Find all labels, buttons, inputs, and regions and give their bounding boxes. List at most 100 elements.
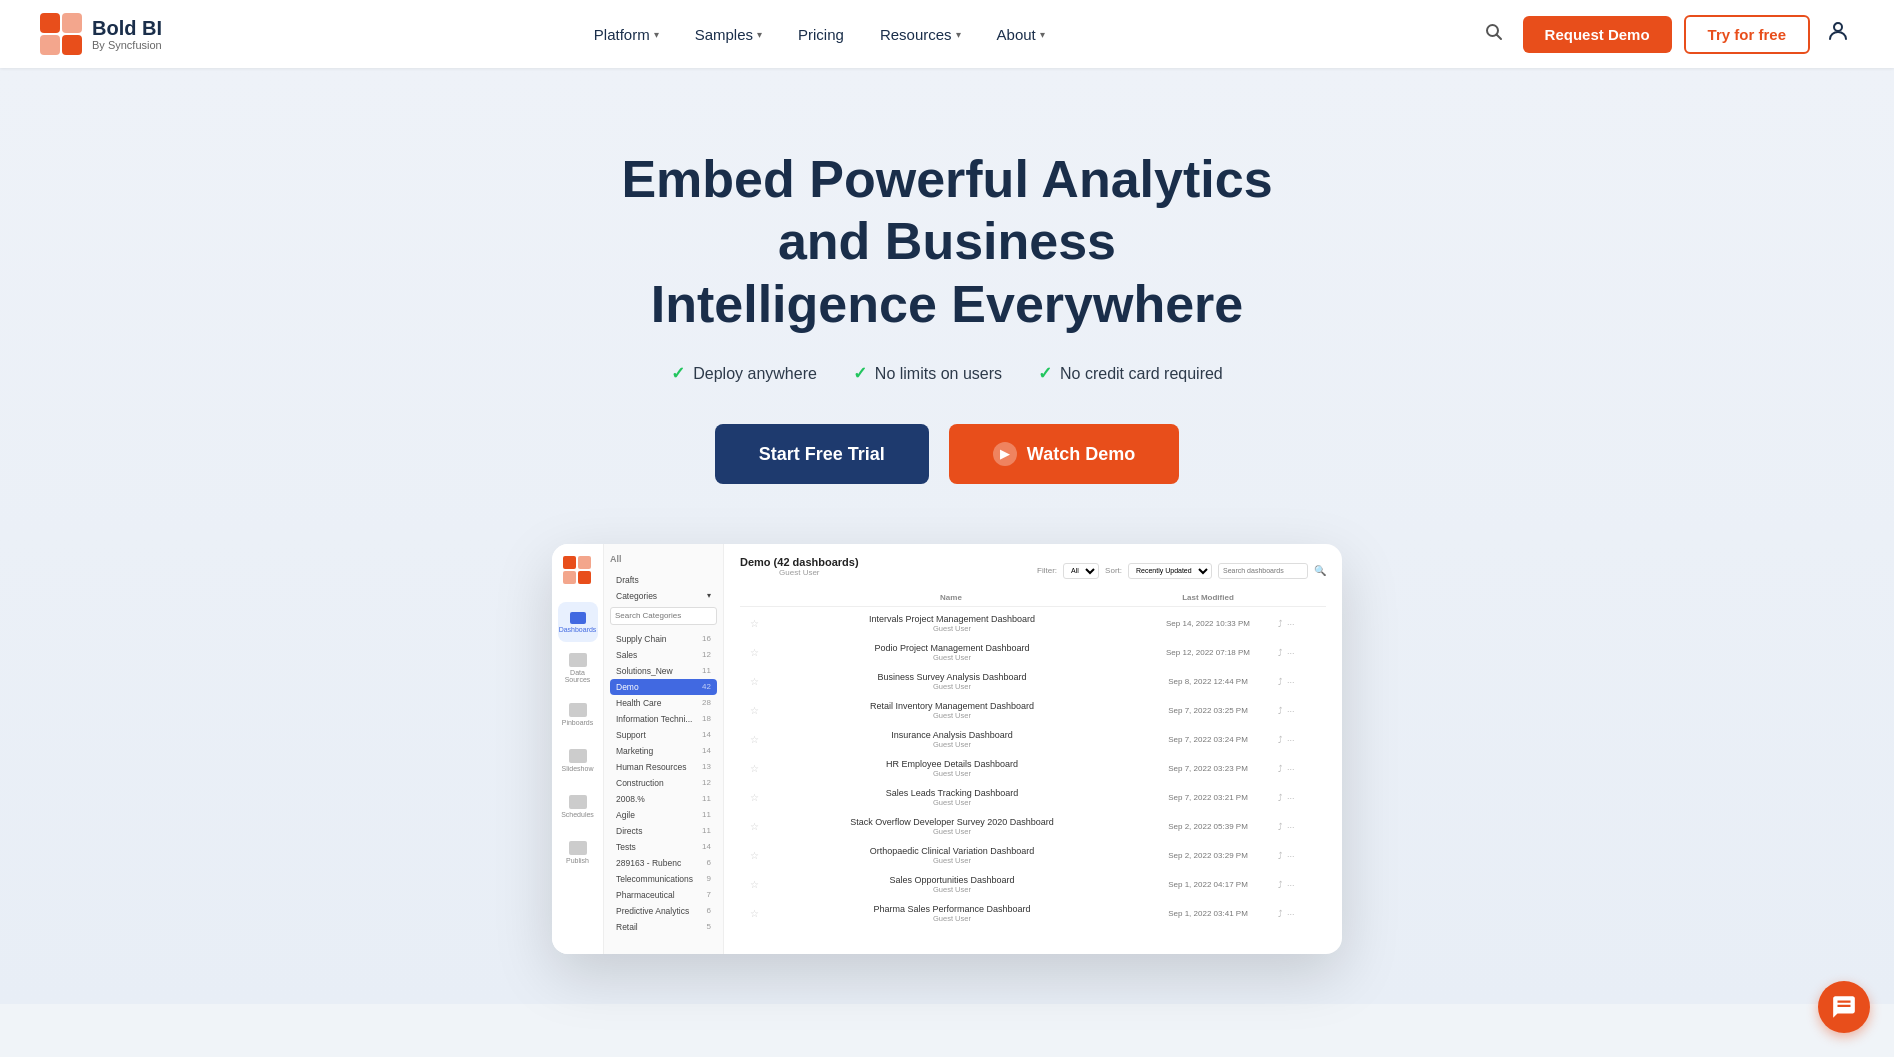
star-icon[interactable]: ☆ bbox=[748, 792, 760, 803]
share-icon[interactable]: ⤴ bbox=[1278, 851, 1283, 861]
nav-item-about[interactable]: About ▾ bbox=[981, 18, 1061, 51]
navigation: Bold BI By Syncfusion Platform ▾ Samples… bbox=[0, 0, 1894, 68]
cat-item-supply-chain[interactable]: Supply Chain16 bbox=[610, 631, 717, 647]
table-row[interactable]: ☆ Sales Leads Tracking Dashboard Guest U… bbox=[740, 783, 1326, 812]
cat-item-support[interactable]: Support14 bbox=[610, 727, 717, 743]
more-icon[interactable]: ··· bbox=[1287, 880, 1295, 890]
request-demo-button[interactable]: Request Demo bbox=[1523, 16, 1672, 53]
svg-rect-3 bbox=[62, 35, 82, 55]
try-free-button[interactable]: Try for free bbox=[1684, 15, 1810, 54]
dashboard-search-input[interactable] bbox=[1218, 563, 1308, 579]
cat-item-agile[interactable]: Agile11 bbox=[610, 807, 717, 823]
table-row[interactable]: ☆ HR Employee Details Dashboard Guest Us… bbox=[740, 754, 1326, 783]
cat-item-categories[interactable]: Categories▾ bbox=[610, 588, 717, 604]
dashboard-user: Guest User bbox=[740, 568, 859, 577]
hero-section: Embed Powerful Analytics and Business In… bbox=[0, 68, 1894, 1004]
svg-rect-7 bbox=[563, 556, 576, 569]
cat-item-human-resources[interactable]: Human Resources13 bbox=[610, 759, 717, 775]
sidebar-item-publish[interactable]: Publish bbox=[558, 832, 598, 872]
nav-item-samples[interactable]: Samples ▾ bbox=[679, 18, 778, 51]
table-row[interactable]: ☆ Stack Overflow Developer Survey 2020 D… bbox=[740, 812, 1326, 841]
more-icon[interactable]: ··· bbox=[1287, 619, 1295, 629]
category-search-input[interactable] bbox=[610, 607, 717, 625]
sidebar-item-dashboards[interactable]: Dashboards bbox=[558, 602, 598, 642]
share-icon[interactable]: ⤴ bbox=[1278, 793, 1283, 803]
cat-item-2008[interactable]: 2008.%11 bbox=[610, 791, 717, 807]
star-icon[interactable]: ☆ bbox=[748, 821, 760, 832]
slideshow-icon bbox=[569, 749, 587, 763]
star-icon[interactable]: ☆ bbox=[748, 618, 760, 629]
svg-rect-1 bbox=[62, 13, 82, 33]
star-icon[interactable]: ☆ bbox=[748, 850, 760, 861]
sidebar-item-pinboards[interactable]: Pinboards bbox=[558, 694, 598, 734]
more-icon[interactable]: ··· bbox=[1287, 793, 1295, 803]
search-button[interactable] bbox=[1477, 15, 1511, 54]
more-icon[interactable]: ··· bbox=[1287, 822, 1295, 832]
sort-select[interactable]: Recently Updated bbox=[1128, 563, 1212, 579]
checkmark-icon: ✓ bbox=[671, 363, 685, 384]
cat-item-predictive[interactable]: Predictive Analytics6 bbox=[610, 903, 717, 919]
cat-item-sales[interactable]: Sales12 bbox=[610, 647, 717, 663]
star-icon[interactable]: ☆ bbox=[748, 908, 760, 919]
user-account-button[interactable] bbox=[1822, 15, 1854, 53]
cat-item-pharma[interactable]: Pharmaceutical7 bbox=[610, 887, 717, 903]
chat-widget-button[interactable] bbox=[1818, 981, 1870, 1033]
sidebar-item-slideshow[interactable]: Slideshow bbox=[558, 740, 598, 780]
cat-item-retail[interactable]: Retail5 bbox=[610, 919, 717, 935]
user-icon bbox=[1826, 19, 1850, 43]
cat-item-289163[interactable]: 289163 - Rubenc6 bbox=[610, 855, 717, 871]
table-row[interactable]: ☆ Orthopaedic Clinical Variation Dashboa… bbox=[740, 841, 1326, 870]
star-icon[interactable]: ☆ bbox=[748, 647, 760, 658]
more-icon[interactable]: ··· bbox=[1287, 909, 1295, 919]
nav-item-platform[interactable]: Platform ▾ bbox=[578, 18, 675, 51]
start-trial-button[interactable]: Start Free Trial bbox=[715, 424, 929, 484]
more-icon[interactable]: ··· bbox=[1287, 706, 1295, 716]
cat-item-health-care[interactable]: Health Care28 bbox=[610, 695, 717, 711]
share-icon[interactable]: ⤴ bbox=[1278, 619, 1283, 629]
table-row[interactable]: ☆ Podio Project Management Dashboard Gue… bbox=[740, 638, 1326, 667]
star-icon[interactable]: ☆ bbox=[748, 763, 760, 774]
star-icon[interactable]: ☆ bbox=[748, 879, 760, 890]
nav-item-pricing[interactable]: Pricing bbox=[782, 18, 860, 51]
more-icon[interactable]: ··· bbox=[1287, 735, 1295, 745]
more-icon[interactable]: ··· bbox=[1287, 764, 1295, 774]
filter-select[interactable]: All bbox=[1063, 563, 1099, 579]
cat-item-construction[interactable]: Construction12 bbox=[610, 775, 717, 791]
cat-item-information-tech[interactable]: Information Techni...18 bbox=[610, 711, 717, 727]
cat-item-demo[interactable]: Demo42 bbox=[610, 679, 717, 695]
star-icon[interactable]: ☆ bbox=[748, 705, 760, 716]
cat-item-tests[interactable]: Tests14 bbox=[610, 839, 717, 855]
table-row[interactable]: ☆ Business Survey Analysis Dashboard Gue… bbox=[740, 667, 1326, 696]
star-icon[interactable]: ☆ bbox=[748, 676, 760, 687]
cat-item-directs[interactable]: Directs11 bbox=[610, 823, 717, 839]
table-row[interactable]: ☆ Sales Opportunities Dashboard Guest Us… bbox=[740, 870, 1326, 899]
chevron-down-icon: ▾ bbox=[956, 29, 961, 40]
share-icon[interactable]: ⤴ bbox=[1278, 764, 1283, 774]
nav-item-resources[interactable]: Resources ▾ bbox=[864, 18, 977, 51]
watch-demo-button[interactable]: ▶ Watch Demo bbox=[949, 424, 1179, 484]
column-headers: Name Last Modified bbox=[740, 589, 1326, 607]
share-icon[interactable]: ⤴ bbox=[1278, 706, 1283, 716]
share-icon[interactable]: ⤴ bbox=[1278, 909, 1283, 919]
share-icon[interactable]: ⤴ bbox=[1278, 880, 1283, 890]
share-icon[interactable]: ⤴ bbox=[1278, 735, 1283, 745]
share-icon[interactable]: ⤴ bbox=[1278, 648, 1283, 658]
share-icon[interactable]: ⤴ bbox=[1278, 822, 1283, 832]
svg-point-6 bbox=[1834, 23, 1842, 31]
table-row[interactable]: ☆ Retail Inventory Management Dashboard … bbox=[740, 696, 1326, 725]
table-row[interactable]: ☆ Pharma Sales Performance Dashboard Gue… bbox=[740, 899, 1326, 928]
more-icon[interactable]: ··· bbox=[1287, 677, 1295, 687]
sidebar-item-datasources[interactable]: Data Sources bbox=[558, 648, 598, 688]
cat-item-telecom[interactable]: Telecommunications9 bbox=[610, 871, 717, 887]
cat-item-marketing[interactable]: Marketing14 bbox=[610, 743, 717, 759]
cat-item-solutions[interactable]: Solutions_New11 bbox=[610, 663, 717, 679]
more-icon[interactable]: ··· bbox=[1287, 648, 1295, 658]
sidebar-item-schedules[interactable]: Schedules bbox=[558, 786, 598, 826]
table-row[interactable]: ☆ Intervals Project Management Dashboard… bbox=[740, 609, 1326, 638]
star-icon[interactable]: ☆ bbox=[748, 734, 760, 745]
table-row[interactable]: ☆ Insurance Analysis Dashboard Guest Use… bbox=[740, 725, 1326, 754]
more-icon[interactable]: ··· bbox=[1287, 851, 1295, 861]
share-icon[interactable]: ⤴ bbox=[1278, 677, 1283, 687]
logo-link[interactable]: Bold BI By Syncfusion bbox=[40, 13, 162, 55]
cat-item-drafts[interactable]: Drafts bbox=[610, 572, 717, 588]
